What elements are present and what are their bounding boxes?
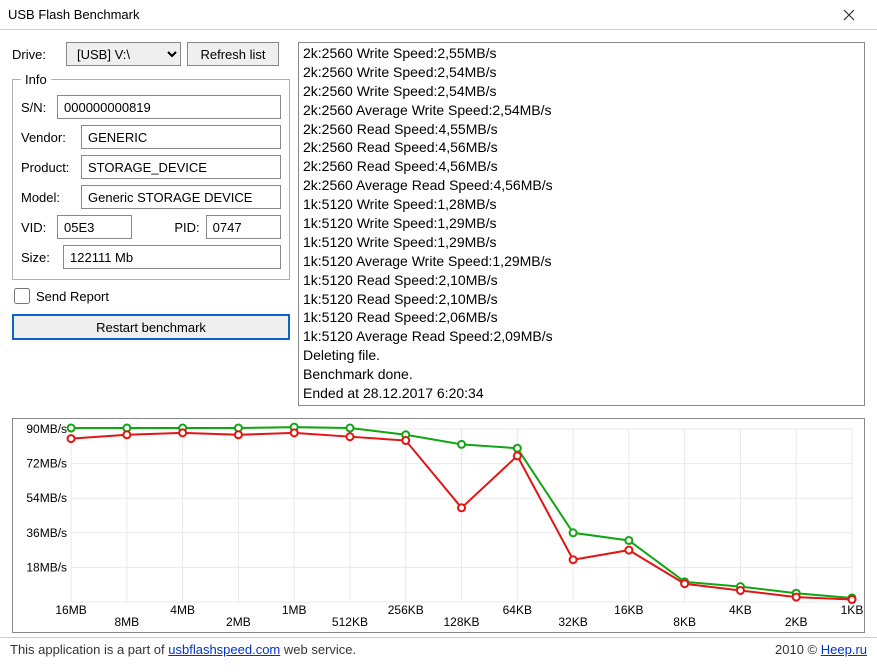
sn-field[interactable]	[57, 95, 281, 119]
main-panel: Drive: [USB] V:\ Refresh list Info S/N: …	[0, 30, 877, 412]
svg-text:512KB: 512KB	[332, 615, 368, 629]
model-label: Model:	[21, 190, 75, 205]
svg-text:18MB/s: 18MB/s	[26, 560, 67, 574]
left-panel: Drive: [USB] V:\ Refresh list Info S/N: …	[12, 42, 290, 406]
drive-label: Drive:	[12, 47, 60, 62]
pid-label: PID:	[138, 220, 199, 235]
svg-text:128KB: 128KB	[444, 615, 480, 629]
footer-link-author[interactable]: Heep.ru	[821, 642, 867, 657]
svg-text:64KB: 64KB	[503, 603, 532, 617]
svg-text:36MB/s: 36MB/s	[26, 526, 67, 540]
sn-label: S/N:	[21, 100, 51, 115]
vendor-label: Vendor:	[21, 130, 75, 145]
vid-label: VID:	[21, 220, 51, 235]
svg-text:8KB: 8KB	[673, 615, 696, 629]
info-legend: Info	[21, 72, 51, 87]
product-field[interactable]	[81, 155, 281, 179]
window-title: USB Flash Benchmark	[8, 7, 829, 22]
log-text[interactable]: 2k:2560 Write Speed:2,55MB/s 2k:2560 Wri…	[299, 43, 864, 405]
footer-year: 2010 ©	[775, 642, 821, 657]
vid-field[interactable]	[57, 215, 132, 239]
svg-text:90MB/s: 90MB/s	[26, 422, 67, 436]
footer: This application is a part of usbflashsp…	[0, 637, 877, 661]
close-button[interactable]	[829, 0, 869, 30]
model-field[interactable]	[81, 185, 281, 209]
svg-text:1MB: 1MB	[282, 603, 307, 617]
footer-text-suffix: web service.	[280, 642, 356, 657]
pid-field[interactable]	[206, 215, 281, 239]
svg-text:32KB: 32KB	[558, 615, 587, 629]
refresh-button[interactable]: Refresh list	[187, 42, 279, 66]
svg-text:16MB: 16MB	[55, 603, 86, 617]
footer-link-site[interactable]: usbflashspeed.com	[168, 642, 280, 657]
svg-text:8MB: 8MB	[114, 615, 139, 629]
restart-button[interactable]: Restart benchmark	[12, 314, 290, 340]
svg-text:4MB: 4MB	[170, 603, 195, 617]
chart: 18MB/s 36MB/s 54MB/s 72MB/s 90MB/s 16MB 8MB 4MB…	[12, 418, 865, 633]
info-group: Info S/N: Vendor: Product: Model: VID: P…	[12, 72, 290, 280]
svg-text:1KB: 1KB	[841, 603, 864, 617]
svg-text:2KB: 2KB	[785, 615, 808, 629]
svg-text:54MB/s: 54MB/s	[26, 491, 67, 505]
svg-text:2MB: 2MB	[226, 615, 251, 629]
footer-text-prefix: This application is a part of	[10, 642, 168, 657]
svg-text:72MB/s: 72MB/s	[26, 457, 67, 471]
product-label: Product:	[21, 160, 75, 175]
svg-text:4KB: 4KB	[729, 603, 752, 617]
send-report-checkbox[interactable]	[14, 288, 30, 304]
log-panel: 2k:2560 Write Speed:2,55MB/s 2k:2560 Wri…	[298, 42, 865, 406]
titlebar: USB Flash Benchmark	[0, 0, 877, 30]
svg-text:256KB: 256KB	[388, 603, 424, 617]
vendor-field[interactable]	[81, 125, 281, 149]
drive-select[interactable]: [USB] V:\	[66, 42, 181, 66]
size-field[interactable]	[63, 245, 281, 269]
send-report-label: Send Report	[36, 289, 109, 304]
svg-text:16KB: 16KB	[614, 603, 643, 617]
size-label: Size:	[21, 250, 57, 265]
